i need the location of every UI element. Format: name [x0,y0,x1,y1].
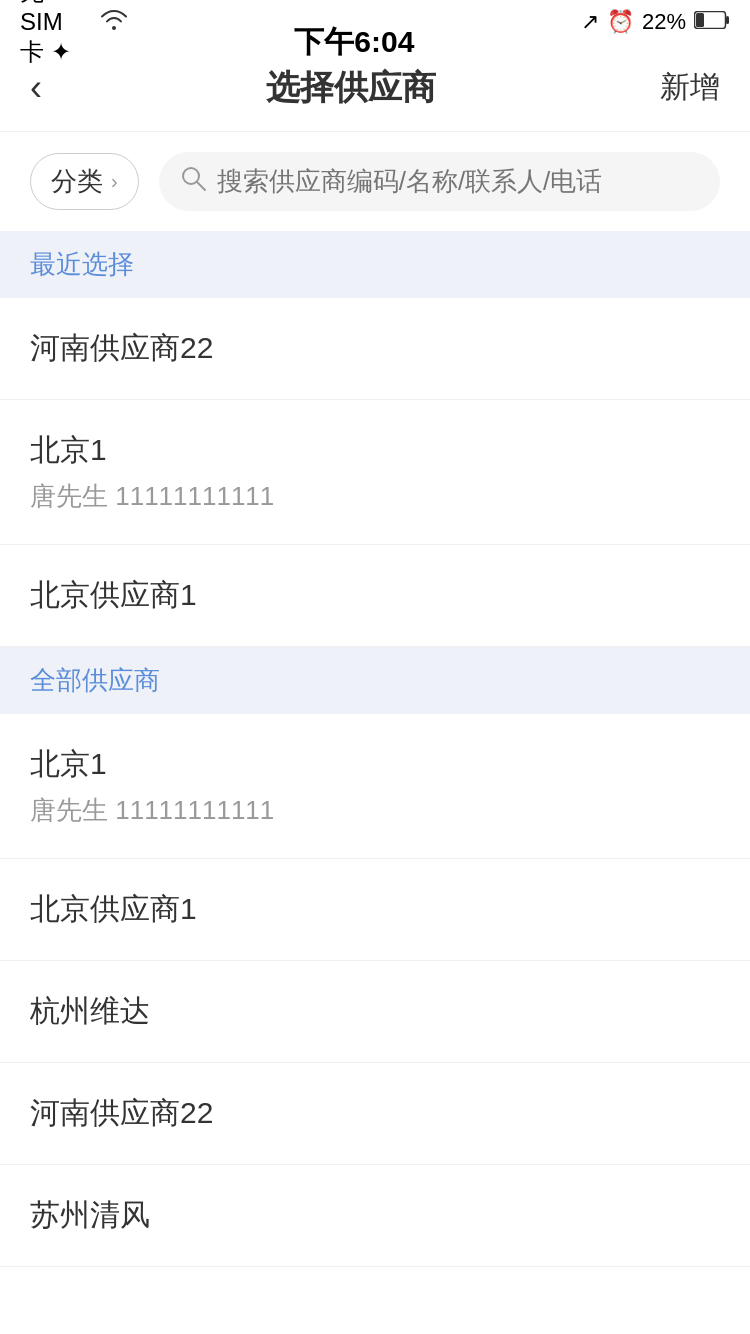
section-header-all: 全部供应商 [0,647,750,714]
page-title: 选择供应商 [266,65,436,111]
item-name: 河南供应商22 [30,328,720,369]
section-header-label-recent: 最近选择 [30,249,134,279]
svg-rect-1 [696,13,704,27]
search-input-wrapper[interactable] [159,152,720,211]
search-input[interactable] [217,166,700,197]
item-name: 河南供应商22 [30,1093,720,1134]
sim-status: 无 SIM 卡 ✦ [20,0,90,68]
chevron-right-icon: › [111,170,118,193]
list-item[interactable]: 河南供应商22 [0,298,750,400]
item-name: 北京供应商1 [30,575,720,616]
category-button[interactable]: 分类 › [30,153,139,210]
section-header-recent: 最近选择 [0,231,750,298]
list-item[interactable]: 北京1 唐先生 11111111111 [0,714,750,859]
wifi-icon [100,8,128,36]
list-item[interactable]: 北京1 唐先生 11111111111 [0,400,750,545]
status-time: 下午6:04 [294,22,414,63]
sections-container: 最近选择河南供应商22 北京1 唐先生 11111111111 北京供应商1 全部供应商… [0,231,750,1267]
search-icon [179,164,207,199]
battery-icon [694,9,730,35]
item-sub: 唐先生 11111111111 [30,793,720,828]
battery-level: 22% [642,9,686,35]
alarm-icon: ⏰ [607,9,634,35]
status-bar: 无 SIM 卡 ✦ 下午6:04 ↗ ⏰ 22% [0,0,750,44]
svg-line-4 [197,182,205,190]
item-name: 北京1 [30,430,720,471]
list-item[interactable]: 北京供应商1 [0,859,750,961]
item-sub: 唐先生 11111111111 [30,479,720,514]
status-right: ↗ ⏰ 22% [581,9,730,35]
status-left: 无 SIM 卡 ✦ [20,0,128,68]
back-button[interactable]: ‹ [30,67,42,109]
item-name: 杭州维达 [30,991,720,1032]
svg-rect-2 [726,16,729,24]
item-name: 北京1 [30,744,720,785]
location-icon: ↗ [581,9,599,35]
item-name: 北京供应商1 [30,889,720,930]
add-button[interactable]: 新增 [660,67,720,108]
search-bar: 分类 › [0,132,750,231]
list-item[interactable]: 杭州维达 [0,961,750,1063]
list-item[interactable]: 北京供应商1 [0,545,750,647]
section-header-label-all: 全部供应商 [30,665,160,695]
list-item[interactable]: 苏州清风 [0,1165,750,1267]
item-name: 苏州清风 [30,1195,720,1236]
category-label: 分类 [51,164,103,199]
list-item[interactable]: 河南供应商22 [0,1063,750,1165]
